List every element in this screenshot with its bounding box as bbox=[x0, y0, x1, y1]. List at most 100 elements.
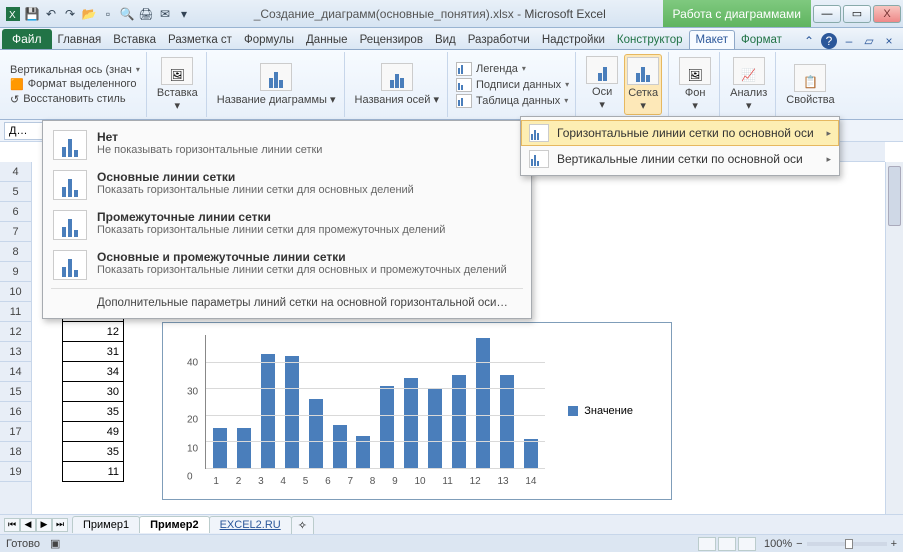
zoom-out-button[interactable]: − bbox=[796, 538, 802, 550]
legend-button[interactable]: Легенда ▾ bbox=[456, 61, 569, 77]
row-header[interactable]: 16 bbox=[0, 402, 31, 422]
background-button[interactable]: 🖼 Фон▾ bbox=[677, 55, 713, 114]
data-labels-button[interactable]: Подписи данных ▾ bbox=[456, 77, 569, 93]
analysis-button[interactable]: 📈 Анализ▾ bbox=[728, 55, 769, 114]
cell[interactable]: 49 bbox=[62, 422, 124, 442]
axis-titles-button[interactable]: Названия осей ▾ bbox=[353, 61, 442, 108]
chart-bar[interactable] bbox=[404, 378, 418, 468]
save-icon[interactable]: 💾 bbox=[23, 5, 41, 23]
row-header[interactable]: 13 bbox=[0, 342, 31, 362]
row-header[interactable]: 11 bbox=[0, 302, 31, 322]
chart-bar[interactable] bbox=[380, 386, 394, 468]
tab-design[interactable]: Конструктор bbox=[611, 31, 689, 49]
gridlines-none-item[interactable]: НетНе показывать горизонтальные линии се… bbox=[43, 125, 531, 165]
zoom-thumb[interactable] bbox=[845, 539, 853, 549]
zoom-slider[interactable] bbox=[807, 542, 887, 546]
chart-legend[interactable]: Значение bbox=[568, 405, 633, 417]
row-header[interactable]: 6 bbox=[0, 202, 31, 222]
chart-bar[interactable] bbox=[333, 425, 347, 468]
row-header[interactable]: 4 bbox=[0, 162, 31, 182]
minimize-ribbon-icon[interactable]: ⌃ bbox=[801, 33, 817, 49]
doc-minimize-icon[interactable]: – bbox=[841, 33, 857, 49]
scrollbar-thumb[interactable] bbox=[888, 166, 901, 226]
zoom-level[interactable]: 100% bbox=[764, 538, 792, 550]
gridlines-both-item[interactable]: Основные и промежуточные линии сеткиПока… bbox=[43, 245, 531, 285]
chart-element-selector[interactable]: Вертикальная ось (знач▾ bbox=[10, 63, 140, 77]
sheet-tab[interactable]: EXCEL2.RU bbox=[209, 516, 292, 533]
gridlines-button[interactable]: Сетка▾ bbox=[624, 54, 662, 115]
sheet-first-icon[interactable]: ⏮ bbox=[4, 518, 20, 532]
tab-view[interactable]: Вид bbox=[429, 31, 462, 49]
chart-bar[interactable] bbox=[476, 338, 490, 468]
tab-layout[interactable]: Разметка ст bbox=[162, 31, 238, 49]
cell[interactable]: 34 bbox=[62, 362, 124, 382]
sheet-next-icon[interactable]: ▶ bbox=[36, 518, 52, 532]
cell[interactable]: 12 bbox=[62, 322, 124, 342]
open-icon[interactable]: 📂 bbox=[80, 5, 98, 23]
sheet-last-icon[interactable]: ⏭ bbox=[52, 518, 68, 532]
name-box[interactable]: Д… bbox=[4, 122, 46, 140]
row-header[interactable]: 14 bbox=[0, 362, 31, 382]
new-sheet-button[interactable]: ✧ bbox=[291, 516, 314, 534]
doc-restore-icon[interactable]: ▱ bbox=[861, 33, 877, 49]
new-icon[interactable]: ▫ bbox=[99, 5, 117, 23]
cell[interactable]: 35 bbox=[62, 402, 124, 422]
chart-bar[interactable] bbox=[524, 439, 538, 468]
insert-button[interactable]: 🖼 Вставка▾ bbox=[155, 55, 200, 114]
help-icon[interactable]: ? bbox=[821, 33, 837, 49]
vertical-gridlines-item[interactable]: Вертикальные линии сетки по основной оси… bbox=[521, 146, 839, 172]
axes-button[interactable]: Оси▾ bbox=[584, 54, 620, 115]
qat-more-icon[interactable]: ▾ bbox=[175, 5, 193, 23]
row-header[interactable]: 12 bbox=[0, 322, 31, 342]
tab-developer[interactable]: Разработчи bbox=[462, 31, 536, 49]
row-header[interactable]: 9 bbox=[0, 262, 31, 282]
data-table-button[interactable]: Таблица данных ▾ bbox=[456, 93, 569, 109]
cell[interactable]: 30 bbox=[62, 382, 124, 402]
tab-insert[interactable]: Вставка bbox=[107, 31, 162, 49]
tab-chart-layout[interactable]: Макет bbox=[689, 30, 736, 49]
sheet-prev-icon[interactable]: ◀ bbox=[20, 518, 36, 532]
row-header[interactable]: 18 bbox=[0, 442, 31, 462]
format-selection-button[interactable]: 🟧Формат выделенного bbox=[10, 77, 140, 92]
vertical-scrollbar[interactable] bbox=[885, 162, 903, 514]
tab-home[interactable]: Главная bbox=[52, 31, 108, 49]
page-layout-view-icon[interactable] bbox=[718, 537, 736, 551]
gridlines-minor-item[interactable]: Промежуточные линии сеткиПоказать горизо… bbox=[43, 205, 531, 245]
zoom-in-button[interactable]: + bbox=[891, 538, 897, 550]
properties-button[interactable]: 📋 Свойства bbox=[784, 62, 836, 108]
tab-formulas[interactable]: Формулы bbox=[238, 31, 300, 49]
chart-object[interactable]: 1234567891011121314 Значение 010203040 bbox=[162, 322, 672, 500]
row-header[interactable]: 8 bbox=[0, 242, 31, 262]
tab-review[interactable]: Рецензиров bbox=[354, 31, 429, 49]
row-header[interactable]: 17 bbox=[0, 422, 31, 442]
gridlines-more-options[interactable]: Дополнительные параметры линий сетки на … bbox=[43, 292, 531, 314]
cell[interactable]: 31 bbox=[62, 342, 124, 362]
macro-record-icon[interactable]: ▣ bbox=[50, 537, 60, 550]
cell[interactable]: 11 bbox=[62, 462, 124, 482]
page-break-view-icon[interactable] bbox=[738, 537, 756, 551]
sheet-tab-active[interactable]: Пример2 bbox=[139, 516, 209, 533]
quick-print-icon[interactable]: 🖨 bbox=[137, 5, 155, 23]
row-header[interactable]: 10 bbox=[0, 282, 31, 302]
chart-title-button[interactable]: Название диаграммы ▾ bbox=[215, 61, 338, 108]
excel-icon[interactable]: X bbox=[4, 5, 22, 23]
undo-icon[interactable]: ↶ bbox=[42, 5, 60, 23]
redo-icon[interactable]: ↷ bbox=[61, 5, 79, 23]
tab-data[interactable]: Данные bbox=[300, 31, 354, 49]
maximize-button[interactable]: ▭ bbox=[843, 5, 871, 23]
normal-view-icon[interactable] bbox=[698, 537, 716, 551]
tab-format[interactable]: Формат bbox=[735, 31, 788, 49]
chart-bar[interactable] bbox=[309, 399, 323, 468]
sheet-tab[interactable]: Пример1 bbox=[72, 516, 140, 533]
file-tab[interactable]: Файл bbox=[2, 29, 52, 49]
horizontal-gridlines-item[interactable]: Горизонтальные линии сетки по основной о… bbox=[521, 120, 839, 146]
row-header[interactable]: 7 bbox=[0, 222, 31, 242]
email-icon[interactable]: ✉ bbox=[156, 5, 174, 23]
chart-bar[interactable] bbox=[428, 388, 442, 468]
gridlines-major-item[interactable]: Основные линии сеткиПоказать горизонталь… bbox=[43, 165, 531, 205]
tab-addins[interactable]: Надстройки bbox=[536, 31, 611, 49]
row-header[interactable]: 19 bbox=[0, 462, 31, 482]
print-preview-icon[interactable]: 🔍 bbox=[118, 5, 136, 23]
row-header[interactable]: 15 bbox=[0, 382, 31, 402]
cell[interactable]: 35 bbox=[62, 442, 124, 462]
